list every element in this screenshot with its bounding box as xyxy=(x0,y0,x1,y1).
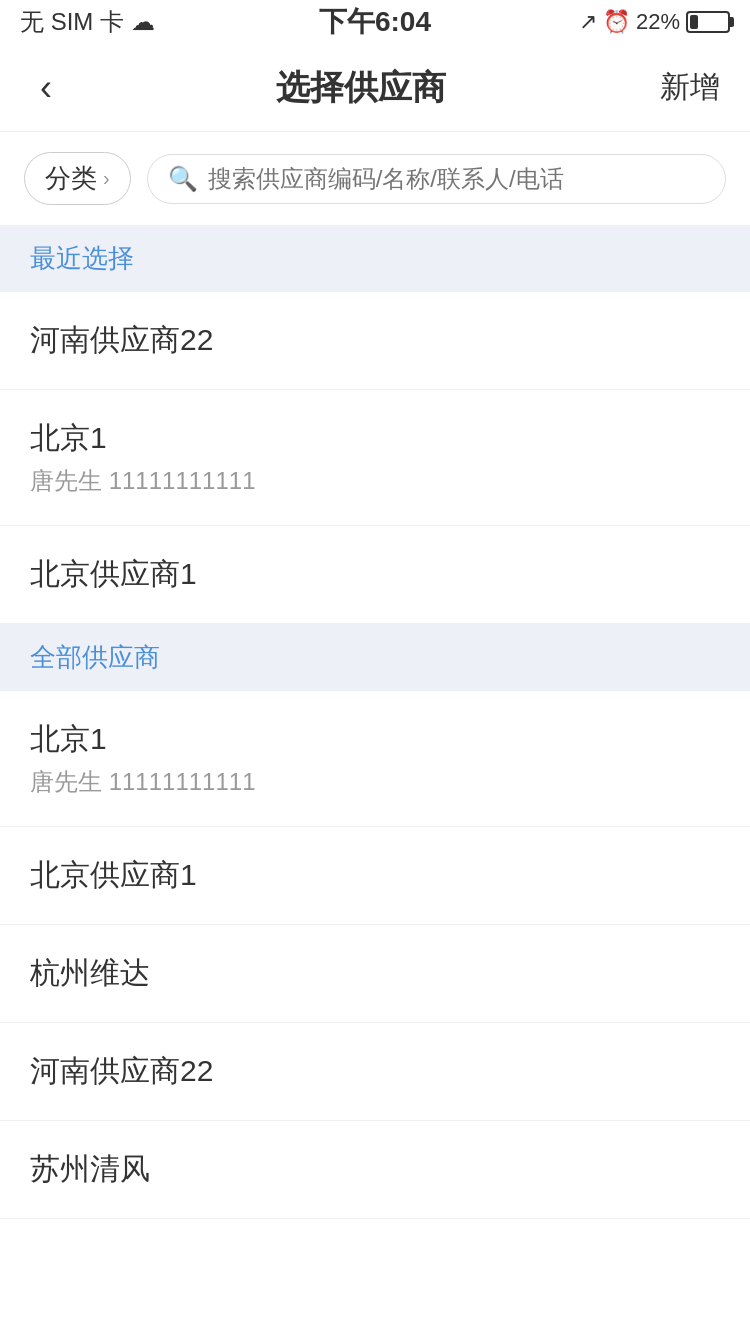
item-name: 苏州清风 xyxy=(30,1149,720,1190)
list-item[interactable]: 北京1 唐先生 11111111111 xyxy=(0,691,750,827)
location-icon: ↗ xyxy=(579,9,597,35)
recent-items-list: 河南供应商22 北京1 唐先生 11111111111 北京供应商1 xyxy=(0,292,750,624)
list-item[interactable]: 苏州清风 xyxy=(0,1121,750,1219)
all-items-list: 北京1 唐先生 11111111111 北京供应商1 杭州维达 河南供应商22 … xyxy=(0,691,750,1219)
search-input[interactable] xyxy=(208,165,705,193)
all-section-label: 全部供应商 xyxy=(30,642,160,672)
recent-section-label: 最近选择 xyxy=(30,243,134,273)
item-sub: 唐先生 11111111111 xyxy=(30,766,720,798)
alarm-icon: ⏰ xyxy=(603,9,630,35)
list-item[interactable]: 杭州维达 xyxy=(0,925,750,1023)
status-bar: 无 SIM 卡 ☁ 下午6:04 ↗ ⏰ 22% xyxy=(0,0,750,44)
chevron-right-icon: › xyxy=(103,167,110,190)
item-name: 北京1 xyxy=(30,719,720,760)
item-name: 北京1 xyxy=(30,418,720,459)
category-filter-button[interactable]: 分类 › xyxy=(24,152,131,205)
item-name: 河南供应商22 xyxy=(30,1051,720,1092)
search-icon: 🔍 xyxy=(168,165,198,193)
item-name: 杭州维达 xyxy=(30,953,720,994)
status-time: 下午6:04 xyxy=(319,3,431,41)
list-item[interactable]: 北京供应商1 xyxy=(0,827,750,925)
list-item[interactable]: 河南供应商22 xyxy=(0,292,750,390)
filter-bar: 分类 › 🔍 xyxy=(0,132,750,225)
battery-icon xyxy=(686,11,730,33)
category-label: 分类 xyxy=(45,161,97,196)
search-box[interactable]: 🔍 xyxy=(147,154,726,204)
item-sub: 唐先生 11111111111 xyxy=(30,465,720,497)
list-item[interactable]: 北京1 唐先生 11111111111 xyxy=(0,390,750,526)
status-left: 无 SIM 卡 ☁ xyxy=(20,6,155,38)
add-button[interactable]: 新增 xyxy=(660,67,720,108)
battery-percentage: 22% xyxy=(636,9,680,35)
item-name: 北京供应商1 xyxy=(30,554,720,595)
list-item[interactable]: 北京供应商1 xyxy=(0,526,750,624)
nav-bar: ‹ 选择供应商 新增 xyxy=(0,44,750,132)
recent-section-header: 最近选择 xyxy=(0,225,750,292)
no-sim-label: 无 SIM 卡 ☁ xyxy=(20,6,155,38)
list-item[interactable]: 河南供应商22 xyxy=(0,1023,750,1121)
back-button[interactable]: ‹ xyxy=(30,57,62,119)
item-name: 北京供应商1 xyxy=(30,855,720,896)
status-right: ↗ ⏰ 22% xyxy=(579,9,730,35)
all-section-header: 全部供应商 xyxy=(0,624,750,691)
page-title: 选择供应商 xyxy=(276,65,446,111)
item-name: 河南供应商22 xyxy=(30,320,720,361)
